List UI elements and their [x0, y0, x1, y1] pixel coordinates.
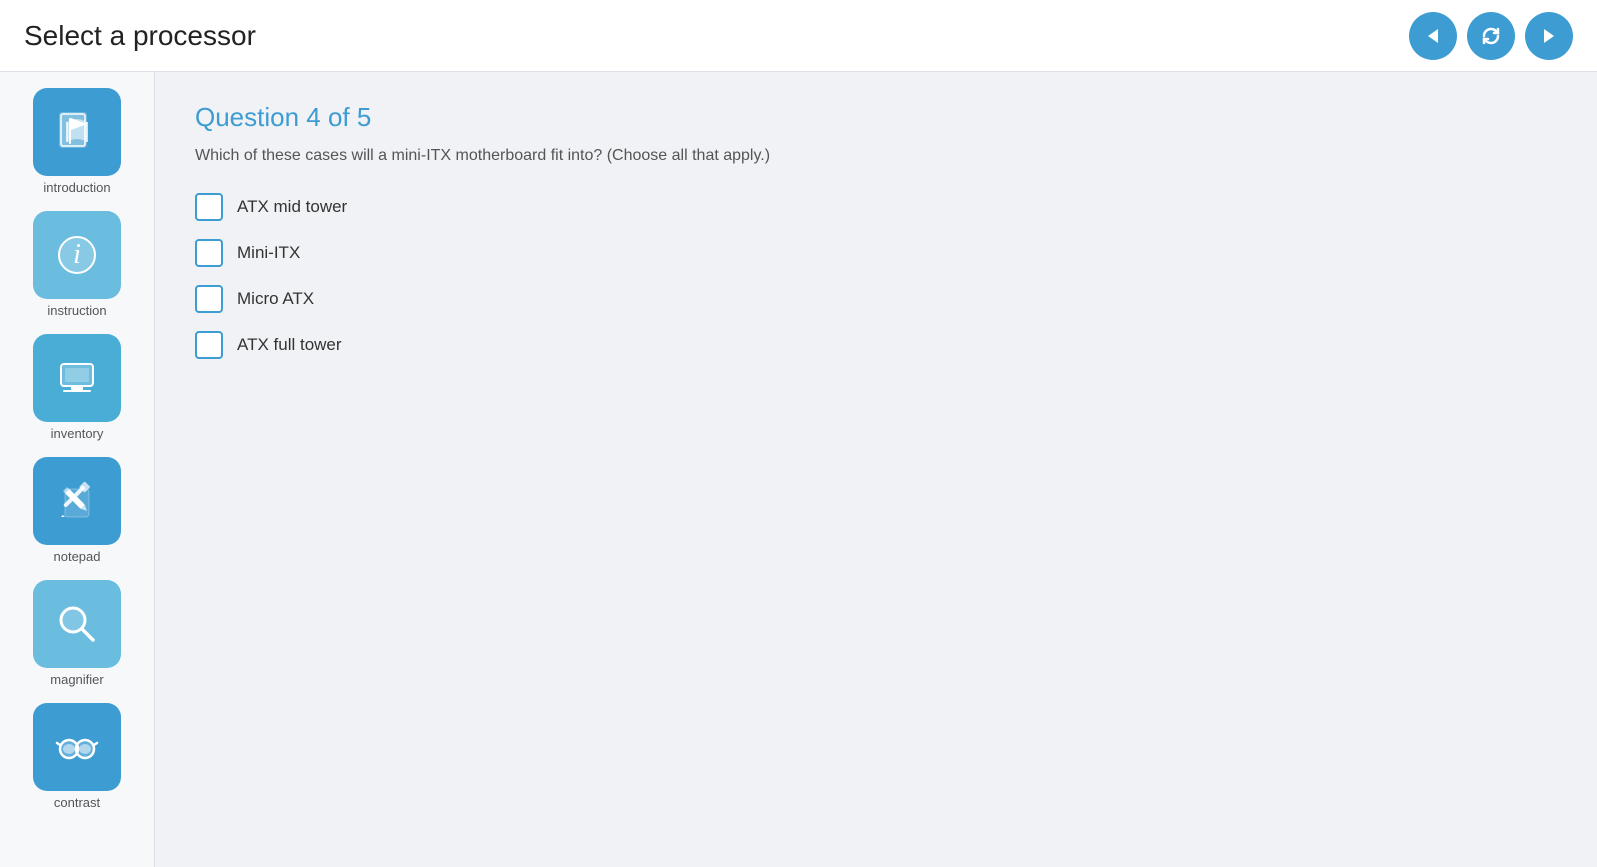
sidebar-item-inventory[interactable]: inventory	[17, 328, 137, 447]
back-button[interactable]	[1409, 12, 1457, 60]
main-layout: introduction i instruction	[0, 72, 1597, 867]
contrast-label: contrast	[54, 795, 100, 810]
inventory-label: inventory	[51, 426, 104, 441]
option-3[interactable]: Micro ATX	[195, 285, 1557, 313]
checkbox-1[interactable]	[195, 193, 223, 221]
option-1-label: ATX mid tower	[237, 197, 347, 217]
instruction-label: instruction	[47, 303, 106, 318]
option-4[interactable]: ATX full tower	[195, 331, 1557, 359]
inventory-icon	[33, 334, 121, 422]
sidebar-item-introduction[interactable]: introduction	[17, 82, 137, 201]
sidebar-item-contrast[interactable]: contrast	[17, 697, 137, 816]
magnifier-icon	[33, 580, 121, 668]
sidebar-item-notepad[interactable]: notepad	[17, 451, 137, 570]
option-3-label: Micro ATX	[237, 289, 314, 309]
content-area: Question 4 of 5 Which of these cases wil…	[155, 72, 1597, 867]
magnifier-label: magnifier	[50, 672, 103, 687]
forward-button[interactable]	[1525, 12, 1573, 60]
question-text: Which of these cases will a mini-ITX mot…	[195, 147, 1557, 165]
page-title: Select a processor	[24, 20, 256, 52]
option-1[interactable]: ATX mid tower	[195, 193, 1557, 221]
checkbox-2[interactable]	[195, 239, 223, 267]
notepad-label: notepad	[54, 549, 101, 564]
option-2[interactable]: Mini-ITX	[195, 239, 1557, 267]
introduction-label: introduction	[43, 180, 110, 195]
instruction-icon: i	[33, 211, 121, 299]
option-2-label: Mini-ITX	[237, 243, 300, 263]
refresh-button[interactable]	[1467, 12, 1515, 60]
checkbox-4[interactable]	[195, 331, 223, 359]
header-controls	[1409, 12, 1573, 60]
checkbox-3[interactable]	[195, 285, 223, 313]
sidebar: introduction i instruction	[0, 72, 155, 867]
sidebar-item-magnifier[interactable]: magnifier	[17, 574, 137, 693]
notepad-icon	[33, 457, 121, 545]
contrast-icon	[33, 703, 121, 791]
svg-text:i: i	[73, 239, 81, 270]
header: Select a processor	[0, 0, 1597, 72]
sidebar-item-instruction[interactable]: i instruction	[17, 205, 137, 324]
options-list: ATX mid tower Mini-ITX Micro ATX ATX ful…	[195, 193, 1557, 359]
question-title: Question 4 of 5	[195, 102, 1557, 133]
option-4-label: ATX full tower	[237, 335, 342, 355]
introduction-icon	[33, 88, 121, 176]
